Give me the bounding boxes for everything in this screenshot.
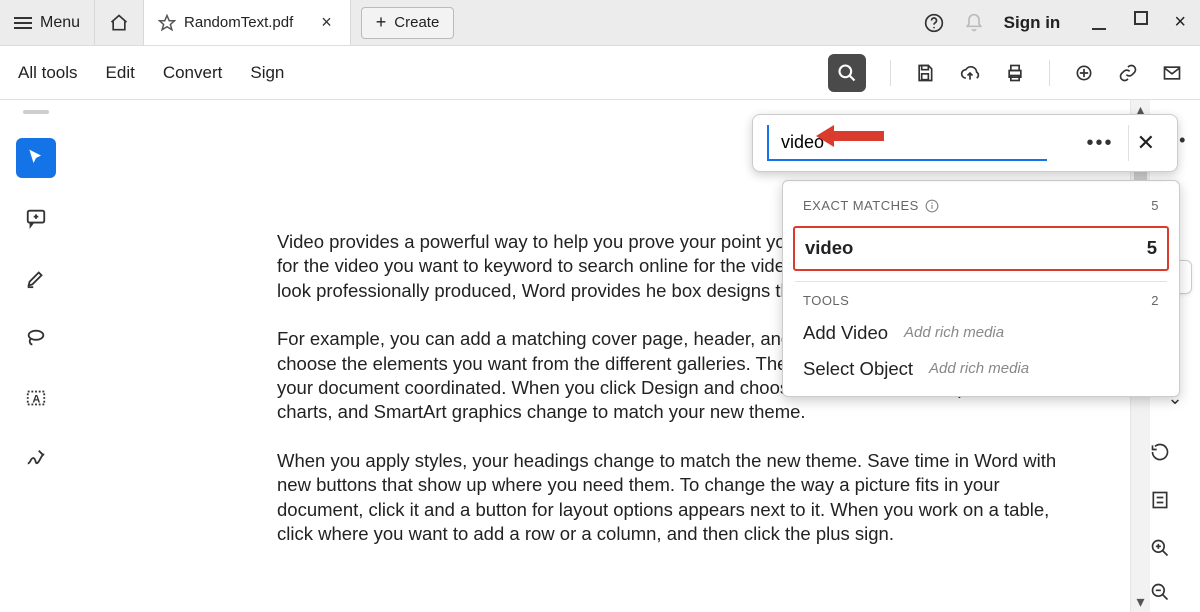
tools-label: TOOLS	[803, 292, 849, 309]
print-button[interactable]	[1005, 63, 1025, 83]
find-close-button[interactable]: ✕	[1128, 125, 1163, 161]
tab-label: RandomText.pdf	[184, 14, 293, 31]
print-icon	[1005, 63, 1025, 83]
fill-sign-tool[interactable]	[16, 438, 56, 478]
result-label: video	[805, 236, 853, 260]
find-button[interactable]	[828, 54, 866, 92]
rotate-button[interactable]	[1150, 442, 1200, 462]
tool-result-hint: Add rich media	[929, 359, 1029, 379]
convert-menu[interactable]: Convert	[163, 63, 223, 83]
menubar-right	[828, 54, 1182, 92]
link-icon	[1118, 63, 1138, 83]
sign-menu[interactable]: Sign	[250, 63, 284, 83]
paragraph: When you apply styles, your headings cha…	[277, 449, 1057, 547]
fit-page-button[interactable]	[1150, 490, 1200, 510]
cloud-up-icon	[959, 63, 981, 83]
find-result-item[interactable]: video 5	[793, 226, 1169, 270]
highlight-tool[interactable]	[16, 258, 56, 298]
tools-count: 2	[1151, 292, 1159, 309]
home-icon	[109, 13, 129, 33]
find-options-button[interactable]: •••	[1087, 130, 1114, 156]
tool-result-select-object[interactable]: Select Object Add rich media	[783, 351, 1179, 387]
tool-result-hint: Add rich media	[904, 323, 1004, 343]
lasso-icon	[25, 327, 47, 349]
close-tab-button[interactable]: ×	[321, 12, 332, 33]
find-input[interactable]	[767, 125, 1047, 161]
app-menu-button[interactable]: Menu	[0, 0, 94, 45]
zoom-out-icon	[1150, 582, 1170, 602]
window-controls: ×	[1092, 11, 1186, 34]
link-button[interactable]	[1118, 63, 1138, 83]
toolbar-grab-handle[interactable]	[23, 110, 49, 114]
scroll-down-button[interactable]: ▾	[1131, 592, 1150, 612]
save-button[interactable]	[915, 63, 935, 83]
svg-text:A: A	[32, 394, 40, 406]
signature-icon	[25, 447, 47, 469]
divider	[795, 281, 1167, 282]
result-count: 5	[1147, 236, 1157, 260]
select-tool[interactable]	[16, 138, 56, 178]
share-email-button[interactable]	[1162, 63, 1182, 83]
minimize-button[interactable]	[1092, 11, 1108, 34]
menu-label: Menu	[40, 14, 80, 32]
home-button[interactable]	[94, 0, 144, 45]
edit-menu[interactable]: Edit	[106, 63, 135, 83]
help-icon	[924, 13, 944, 33]
window-close-button[interactable]: ×	[1174, 11, 1186, 34]
document-tab[interactable]: RandomText.pdf ×	[144, 0, 351, 45]
cloud-upload-button[interactable]	[959, 63, 981, 83]
workspace: A Video provides a powerful way to help …	[0, 100, 1200, 612]
cursor-icon	[26, 148, 46, 168]
fit-page-icon	[1150, 490, 1170, 510]
save-icon	[915, 63, 935, 83]
sparkle-icon	[1074, 63, 1094, 83]
plus-icon: +	[376, 12, 387, 33]
star-icon	[158, 14, 176, 32]
results-exact-header: EXACT MATCHES 5	[783, 193, 1179, 220]
create-label: Create	[394, 14, 439, 31]
rotate-icon	[1150, 442, 1170, 462]
square-icon	[1134, 11, 1148, 25]
exact-matches-count: 5	[1151, 197, 1159, 214]
results-tools-header: TOOLS 2	[783, 288, 1179, 315]
search-icon	[837, 63, 857, 83]
exact-matches-label: EXACT MATCHES	[803, 197, 919, 214]
left-toolbar: A	[0, 100, 72, 612]
zoom-in-button[interactable]	[1150, 538, 1200, 558]
textbox-icon: A	[25, 387, 47, 409]
help-button[interactable]	[924, 13, 944, 33]
all-tools-menu[interactable]: All tools	[18, 63, 78, 83]
bell-icon	[964, 13, 984, 33]
tool-result-add-video[interactable]: Add Video Add rich media	[783, 315, 1179, 351]
zoom-in-icon	[1150, 538, 1170, 558]
winbar-left: Menu RandomText.pdf × + Create	[0, 0, 454, 45]
find-results-panel: EXACT MATCHES 5 video 5 TOOLS 2 Add Vide…	[782, 180, 1180, 397]
app-menubar: All tools Edit Convert Sign	[0, 46, 1200, 100]
highlighter-icon	[25, 267, 47, 289]
window-title-bar: Menu RandomText.pdf × + Create Sign in ×	[0, 0, 1200, 46]
document-view[interactable]: Video provides a powerful way to help yo…	[72, 100, 1130, 612]
ai-assistant-button[interactable]	[1074, 63, 1094, 83]
sign-in-button[interactable]: Sign in	[1004, 13, 1061, 33]
textbox-tool[interactable]: A	[16, 378, 56, 418]
zoom-out-button[interactable]	[1150, 582, 1200, 602]
winbar-right: Sign in ×	[924, 11, 1200, 34]
comment-tool[interactable]	[16, 198, 56, 238]
hamburger-icon	[14, 17, 32, 29]
mail-icon	[1162, 63, 1182, 83]
maximize-button[interactable]	[1134, 11, 1148, 34]
draw-tool[interactable]	[16, 318, 56, 358]
tool-result-label: Select Object	[803, 357, 913, 381]
create-button[interactable]: + Create	[361, 7, 455, 39]
tool-result-label: Add Video	[803, 321, 888, 345]
info-icon[interactable]	[925, 199, 939, 213]
comment-icon	[25, 207, 47, 229]
annotation-arrow	[832, 131, 884, 141]
notifications-button[interactable]	[964, 13, 984, 33]
